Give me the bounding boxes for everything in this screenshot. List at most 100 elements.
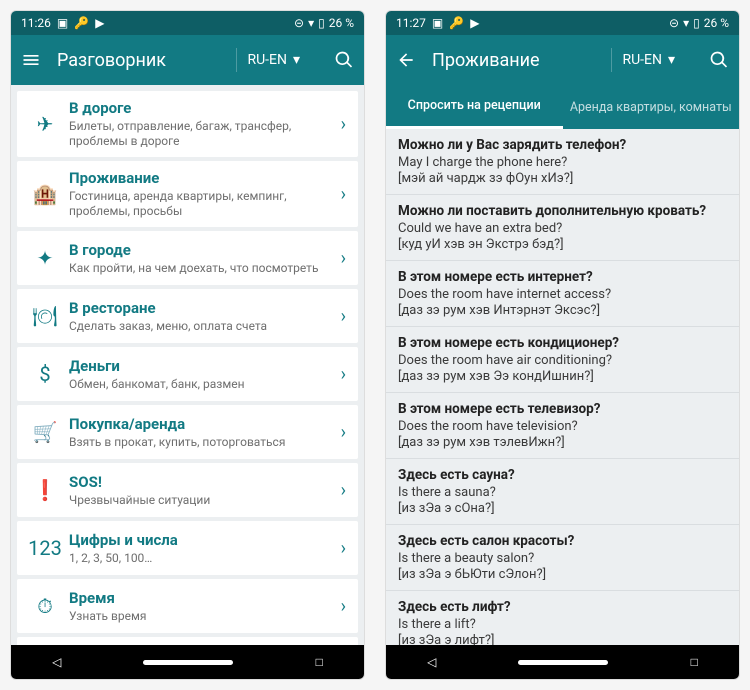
language-selector[interactable]: RU-EN ▾	[611, 48, 685, 72]
category-item[interactable]: 👥Люди и отношенияПознакомиться, влюбитьс…	[17, 637, 358, 645]
app-bar: Разговорник RU-EN ▾	[11, 35, 364, 85]
status-icon: ⊝	[294, 16, 304, 30]
chevron-right-icon: ›	[337, 364, 350, 385]
search-icon[interactable]	[707, 48, 731, 72]
phrase-item[interactable]: В этом номере есть интернет? Does the roo…	[386, 261, 739, 327]
tab[interactable]: Аренда квартиры, комнаты	[563, 85, 740, 129]
status-icon: ▣	[57, 16, 68, 30]
status-icon: ▣	[432, 16, 443, 30]
phrase-content: Можно ли у Вас зарядить телефон? May I ch…	[386, 129, 739, 645]
phrase-source: Здесь есть салон красоты?	[398, 533, 727, 549]
phrase-translation: Is there a sauna?	[398, 485, 727, 500]
status-bar: 11:26 ▣ 🔑 ▶ ⊝ ▾ ▯ 26 %	[11, 11, 364, 35]
phrase-translation: Does the room have internet access?	[398, 287, 727, 302]
phrase-item[interactable]: Можно ли поставить дополнительную кроват…	[386, 195, 739, 261]
category-subtitle: Обмен, банкомат, банк, размен	[69, 377, 333, 392]
nav-home[interactable]	[143, 660, 233, 665]
category-icon: ❗	[25, 478, 65, 502]
category-title: Цифры и числа	[69, 531, 333, 549]
nav-back[interactable]: ◁	[427, 655, 436, 669]
category-title: В дороге	[69, 99, 333, 117]
category-item[interactable]: 🛒Покупка/арендаВзять в прокат, купить, п…	[17, 405, 358, 459]
phrase-item[interactable]: Можно ли у Вас зарядить телефон? May I ch…	[386, 129, 739, 195]
status-icon: ⊝	[669, 16, 679, 30]
phrase-transcription: [из зЭа э сОна?]	[398, 501, 727, 516]
category-subtitle: Взять в прокат, купить, поторговаться	[69, 435, 333, 450]
category-content: ✈В дороге Билеты, отправление, багаж, тра…	[11, 85, 364, 645]
phrase-source: Можно ли у Вас зарядить телефон?	[398, 137, 727, 153]
language-label: RU-EN	[622, 52, 662, 68]
category-subtitle: Чрезвычайные ситуации	[69, 493, 333, 508]
category-icon: $	[25, 362, 65, 386]
phrase-transcription: [даз зэ рум хэв Ээ кондИшнин?]	[398, 369, 727, 384]
phrase-item[interactable]: Здесь есть лифт? Is there a lift?[из зЭа …	[386, 591, 739, 645]
nav-back[interactable]: ◁	[52, 655, 61, 669]
phrase-transcription: [куд уИ хэв эн Экстрэ бэд?]	[398, 237, 727, 252]
wifi-icon: ▾	[683, 16, 689, 30]
nav-recent[interactable]: □	[691, 655, 698, 669]
category-icon: 🍽	[25, 304, 65, 328]
category-item[interactable]: ✦В городеКак пройти, на чем доехать, что…	[17, 231, 358, 285]
phrase-source: Можно ли поставить дополнительную кроват…	[398, 203, 727, 219]
language-label: RU-EN	[247, 52, 287, 68]
category-icon: 123	[25, 536, 65, 560]
phone-right: 11:27 ▣ 🔑 ▶ ⊝ ▾ ▯ 26 % Проживание RU-EN …	[385, 10, 740, 680]
status-time: 11:26	[21, 16, 51, 30]
category-icon: ✈	[25, 112, 65, 136]
category-title: Деньги	[69, 357, 333, 375]
category-subtitle: Билеты, отправление, багаж, трансфер, пр…	[69, 119, 333, 149]
phrase-translation: May I charge the phone here?	[398, 155, 727, 170]
category-item[interactable]: ❗SOS! Чрезвычайные ситуации ›	[17, 463, 358, 517]
phrase-source: В этом номере есть интернет?	[398, 269, 727, 285]
chevron-right-icon: ›	[337, 596, 350, 617]
category-title: SOS!	[69, 473, 333, 491]
phrase-transcription: [мэй ай чардж зэ фОун хИэ?]	[398, 171, 727, 186]
tab-bar: Спросить на рецепцииАренда квартиры, ком…	[386, 85, 739, 129]
status-icon: 🔑	[449, 16, 464, 30]
category-item[interactable]: $Деньги Обмен, банкомат, банк, размен ›	[17, 347, 358, 401]
language-selector[interactable]: RU-EN ▾	[236, 48, 310, 72]
category-title: В ресторане	[69, 299, 333, 317]
dropdown-icon: ▾	[668, 52, 675, 68]
phrase-source: В этом номере есть кондиционер?	[398, 335, 727, 351]
phrase-transcription: [даз зэ рум хэв тэлевИжн?]	[398, 435, 727, 450]
app-bar: Проживание RU-EN ▾	[386, 35, 739, 85]
phrase-translation: Is there a lift?	[398, 617, 727, 632]
nav-home[interactable]	[518, 660, 608, 665]
phrase-source: Здесь есть сауна?	[398, 467, 727, 483]
category-item[interactable]: ✈В дороге Билеты, отправление, багаж, тра…	[17, 91, 358, 157]
chevron-right-icon: ›	[337, 480, 350, 501]
phrase-source: Здесь есть лифт?	[398, 599, 727, 615]
phrase-item[interactable]: Здесь есть салон красоты?Is there a beau…	[386, 525, 739, 591]
category-icon: 🏨	[25, 182, 65, 206]
chevron-right-icon: ›	[337, 422, 350, 443]
nav-recent[interactable]: □	[316, 655, 323, 669]
status-icon: ▶	[470, 16, 479, 30]
phrase-translation: Could we have an extra bed?	[398, 221, 727, 236]
phrase-source: В этом номере есть телевизор?	[398, 401, 727, 417]
phrase-item[interactable]: В этом номере есть телевизор?Does the ro…	[386, 393, 739, 459]
category-item[interactable]: 123Цифры и числа1, 2, 3, 50, 100…›	[17, 521, 358, 575]
page-title: Разговорник	[57, 50, 166, 71]
phrase-transcription: [из зЭа э лифт?]	[398, 633, 727, 645]
menu-icon[interactable]	[19, 48, 43, 72]
status-battery: 26 %	[704, 16, 729, 30]
category-item[interactable]: 🍽В ресторанеСделать заказ, меню, оплата …	[17, 289, 358, 343]
android-nav-bar: ◁ □	[11, 645, 364, 679]
wifi-icon: ▾	[308, 16, 314, 30]
category-title: Время	[69, 589, 333, 607]
category-subtitle: Как пройти, на чем доехать, что посмотре…	[69, 261, 333, 276]
tab[interactable]: Спросить на рецепции	[386, 85, 563, 129]
back-icon[interactable]	[394, 48, 418, 72]
category-item[interactable]: 🏨ПроживаниеГостиница, аренда квартиры, к…	[17, 161, 358, 227]
phrase-translation: Does the room have air conditioning?	[398, 353, 727, 368]
chevron-right-icon: ›	[337, 114, 350, 135]
phrase-item[interactable]: В этом номере есть кондиционер? Does the …	[386, 327, 739, 393]
phrase-item[interactable]: Здесь есть сауна? Is there a sauna?[из зЭ…	[386, 459, 739, 525]
category-item[interactable]: ⏱ВремяУзнать время›	[17, 579, 358, 633]
search-icon[interactable]	[332, 48, 356, 72]
category-subtitle: Узнать время	[69, 609, 333, 624]
status-icon: ▶	[95, 16, 104, 30]
status-time: 11:27	[396, 16, 426, 30]
category-subtitle: Гостиница, аренда квартиры, кемпинг, про…	[69, 189, 333, 219]
